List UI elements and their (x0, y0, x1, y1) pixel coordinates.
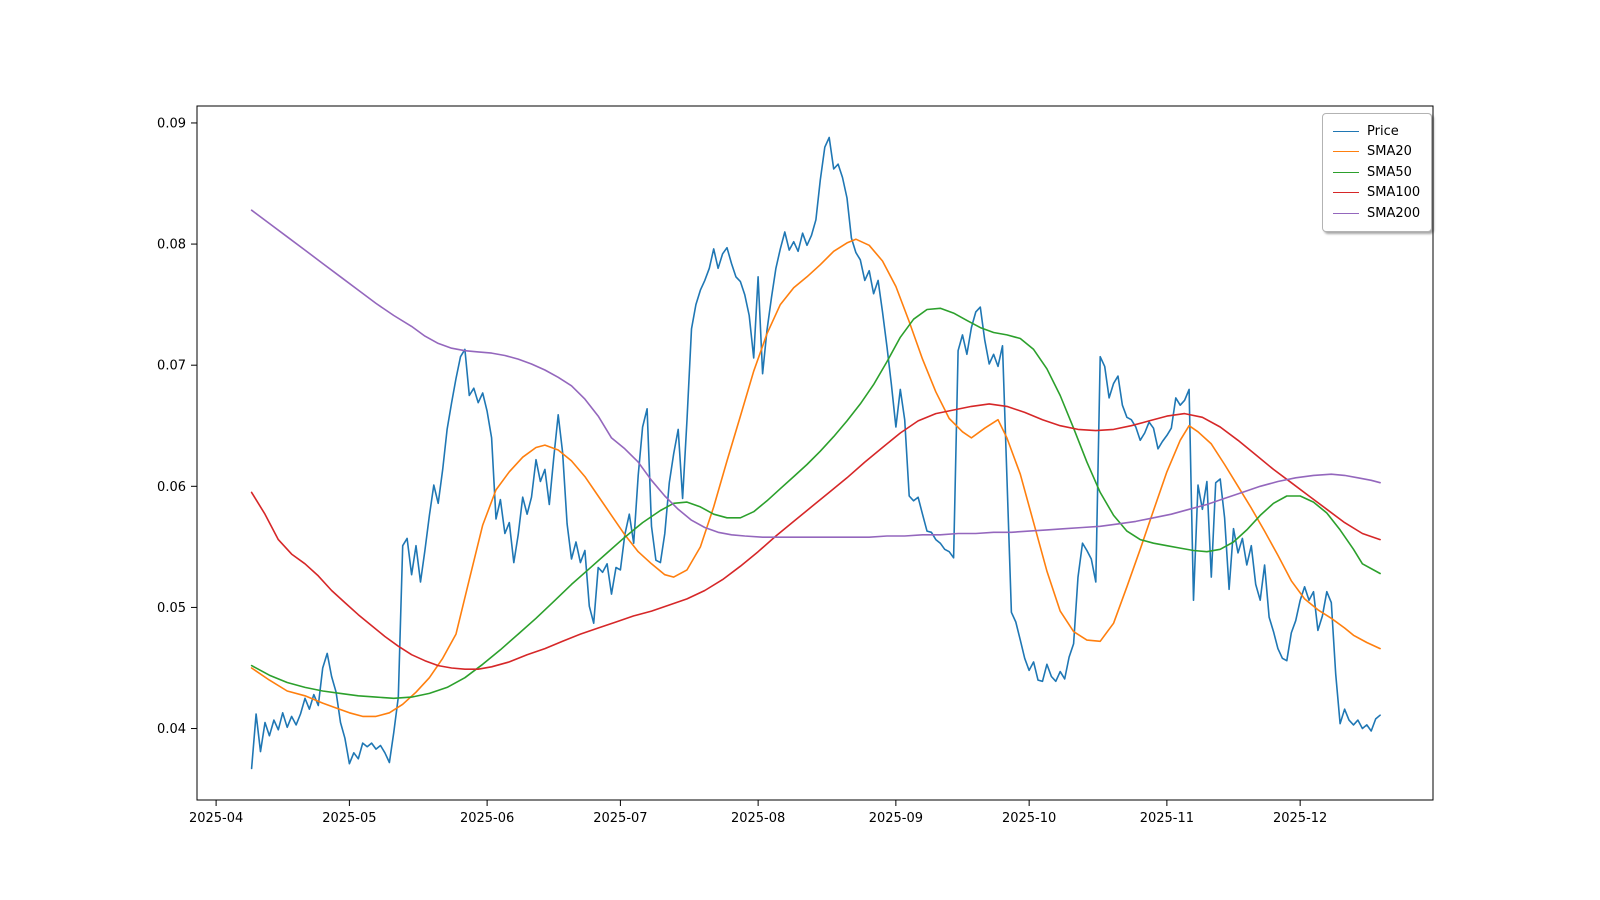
sma20-line-swatch-icon (1333, 151, 1359, 153)
x-tick-label: 2025-10 (1002, 811, 1056, 826)
x-tick-label: 2025-07 (593, 811, 647, 826)
legend-label: SMA100 (1367, 185, 1421, 201)
x-tick-label: 2025-05 (322, 811, 376, 826)
y-tick-label: 0.09 (157, 116, 186, 131)
y-tick-label: 0.06 (157, 480, 186, 495)
price-line-swatch-icon (1333, 130, 1359, 132)
sma200-line-swatch-icon (1333, 212, 1359, 214)
y-tick-label: 0.04 (157, 722, 186, 737)
legend-item-price: Price (1333, 121, 1419, 142)
x-tick-label: 2025-11 (1140, 811, 1194, 826)
x-axis-ticks: 2025-04 2025-05 2025-06 2025-07 2025-08 2025-… (189, 800, 1327, 826)
legend-item-sma20: SMA20 (1333, 142, 1419, 163)
x-tick-label: 2025-04 (189, 811, 243, 826)
legend-label: SMA20 (1367, 144, 1412, 160)
legend-label: SMA200 (1367, 205, 1421, 221)
sma50-line-swatch-icon (1333, 171, 1359, 173)
legend-item-sma50: SMA50 (1333, 162, 1419, 183)
legend-label: SMA50 (1367, 164, 1412, 180)
legend-item-sma200: SMA200 (1333, 203, 1421, 224)
x-tick-label: 2025-12 (1273, 811, 1327, 826)
legend-label: Price (1367, 123, 1399, 139)
plot-area (196, 105, 1434, 801)
sma100-line-swatch-icon (1333, 192, 1359, 194)
legend: Price SMA20 SMA50 SMA100 SMA200 (1322, 113, 1432, 232)
y-tick-label: 0.08 (157, 238, 186, 253)
x-tick-label: 2025-06 (460, 811, 514, 826)
y-tick-label: 0.05 (157, 601, 186, 616)
x-tick-label: 2025-08 (731, 811, 785, 826)
chart-figure: 2025-04 2025-05 2025-06 2025-07 2025-08 2025-… (0, 0, 1600, 900)
x-tick-label: 2025-09 (869, 811, 923, 826)
y-tick-label: 0.07 (157, 359, 186, 374)
y-axis-ticks: 0.04 0.05 0.06 0.07 0.08 0.09 (157, 116, 197, 737)
legend-item-sma100: SMA100 (1333, 183, 1421, 204)
